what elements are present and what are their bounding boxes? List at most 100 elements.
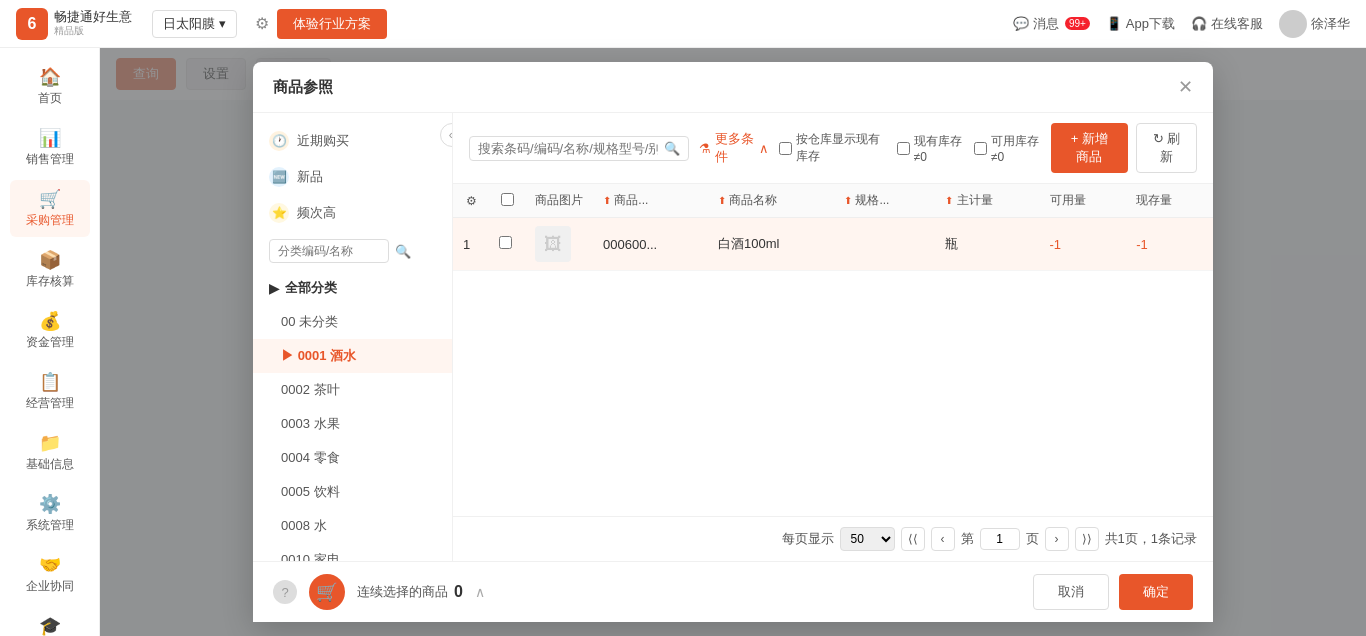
available-checkbox[interactable] — [974, 142, 987, 155]
th-unit: ⬆ 主计量 — [935, 184, 1039, 218]
warehouse-filter[interactable]: 按仓库显示现有库存 — [779, 131, 886, 165]
logo-icon: 6 — [16, 8, 48, 40]
sort-icon: ⬆ — [603, 195, 611, 206]
th-available: 可用量 — [1040, 184, 1127, 218]
toolbar-right: + 新增商品 ↻ 刷新 — [1051, 123, 1197, 173]
td-unit: 瓶 — [935, 218, 1039, 271]
sidebar-label-inventory: 库存核算 — [26, 273, 74, 290]
quick-item-new[interactable]: 🆕 新品 — [253, 159, 452, 195]
warehouse-label: 按仓库显示现有库存 — [796, 131, 886, 165]
page-unit: 页 — [1026, 530, 1039, 548]
modal-overlay: 商品参照 ✕ « 🕐 近期购买 🆕 — [100, 48, 1366, 636]
messages-button[interactable]: 💬 消息 99+ — [1013, 15, 1090, 33]
cancel-button[interactable]: 取消 — [1033, 574, 1109, 610]
th-stock: 现存量 — [1126, 184, 1213, 218]
sidebar-item-system[interactable]: ⚙️ 系统管理 — [10, 485, 90, 542]
sidebar-item-operations[interactable]: 📋 经营管理 — [10, 363, 90, 420]
th-image: 商品图片 — [525, 184, 593, 218]
th-code-label: 商品... — [614, 193, 648, 207]
sidebar-item-guide[interactable]: 🎓 新手引导 — [10, 607, 90, 636]
category-all[interactable]: ▶ 全部分类 — [253, 271, 452, 305]
existing-filter[interactable]: 现有库存≠0 — [897, 133, 964, 164]
quick-item-frequent[interactable]: ⭐ 频次高 — [253, 195, 452, 231]
total-info: 共1页，1条记录 — [1105, 530, 1197, 548]
chevron-down-icon: ▾ — [219, 16, 226, 31]
sidebar-item-collab[interactable]: 🤝 企业协同 — [10, 546, 90, 603]
row-checkbox[interactable] — [499, 236, 512, 249]
confirm-button[interactable]: 确定 — [1119, 574, 1193, 610]
product-image: 🖼 — [535, 226, 571, 262]
table-row[interactable]: 1 🖼 000600... 白酒100ml — [453, 218, 1213, 271]
sidebar-item-finance[interactable]: 💰 资金管理 — [10, 302, 90, 359]
th-spec-label: 规格... — [855, 193, 889, 207]
modal-main: 🔍 ⚗ 更多条件 ∧ 按仓库显示现有库存 — [453, 113, 1213, 561]
search-input[interactable] — [478, 141, 658, 156]
existing-checkbox[interactable] — [897, 142, 910, 155]
page-size-select[interactable]: 50 100 200 — [840, 527, 895, 551]
category-item-0004[interactable]: 0004 零食 — [253, 441, 452, 475]
td-image: 🖼 — [525, 218, 593, 271]
category-search-input[interactable] — [269, 239, 389, 263]
message-badge: 99+ — [1065, 17, 1090, 30]
purchase-icon: 🛒 — [39, 188, 61, 210]
filter-button[interactable]: ⚗ 更多条件 ∧ — [699, 130, 769, 166]
finance-icon: 💰 — [39, 310, 61, 332]
message-icon: 💬 — [1013, 16, 1029, 31]
help-icon[interactable]: ? — [273, 580, 297, 604]
sidebar-item-home[interactable]: 🏠 首页 — [10, 58, 90, 115]
warehouse-checkbox[interactable] — [779, 142, 792, 155]
search-icon[interactable]: 🔍 — [664, 141, 680, 156]
category-item-0001[interactable]: ▶ 0001 酒水 — [253, 339, 452, 373]
category-item-0003[interactable]: 0003 水果 — [253, 407, 452, 441]
settings-icon[interactable]: ⚙ — [466, 194, 477, 208]
sidebar-item-inventory[interactable]: 📦 库存核算 — [10, 241, 90, 298]
top-nav: 6 畅捷通好生意 精品版 日太阳膜 ▾ ⚙ 体验行业方案 💬 消息 99+ 📱 … — [0, 0, 1366, 48]
quick-label-recent: 近期购买 — [297, 132, 349, 150]
select-all-checkbox[interactable] — [501, 193, 514, 206]
category-label-00: 00 未分类 — [281, 314, 338, 329]
operations-icon: 📋 — [39, 371, 61, 393]
category-item-0005[interactable]: 0005 饮料 — [253, 475, 452, 509]
modal-body: « 🕐 近期购买 🆕 新品 ⭐ 频次高 — [253, 113, 1213, 561]
category-item-0008[interactable]: 0008 水 — [253, 509, 452, 543]
quick-item-recent[interactable]: 🕐 近期购买 — [253, 123, 452, 159]
first-page-button[interactable]: ⟨⟨ — [901, 527, 925, 551]
next-page-button[interactable]: › — [1045, 527, 1069, 551]
prev-page-button[interactable]: ‹ — [931, 527, 955, 551]
category-item-0002[interactable]: 0002 茶叶 — [253, 373, 452, 407]
sidebar-item-purchase[interactable]: 🛒 采购管理 — [10, 180, 90, 237]
category-item-00[interactable]: 00 未分类 — [253, 305, 452, 339]
page-input[interactable] — [980, 528, 1020, 550]
sort-icon-unit: ⬆ — [945, 195, 953, 206]
collapse-arrow-icon[interactable]: ∧ — [475, 584, 485, 600]
experience-button[interactable]: 体验行业方案 — [277, 9, 387, 39]
category-search-icon[interactable]: 🔍 — [395, 244, 411, 259]
existing-label: 现有库存≠0 — [914, 133, 964, 164]
product-table-body: 1 🖼 000600... 白酒100ml — [453, 218, 1213, 271]
search-bar: 🔍 — [469, 136, 689, 161]
sales-icon: 📊 — [39, 127, 61, 149]
gear-icon[interactable]: ⚙ — [255, 14, 269, 33]
last-page-button[interactable]: ⟩⟩ — [1075, 527, 1099, 551]
product-reference-modal: 商品参照 ✕ « 🕐 近期购买 🆕 — [253, 62, 1213, 622]
product-table: ⚙ 商品图片 — [453, 184, 1213, 271]
td-available: -1 — [1040, 218, 1127, 271]
nav-right: 💬 消息 99+ 📱 App下载 🎧 在线客服 徐泽华 — [1013, 10, 1350, 38]
sidebar: 🏠 首页 📊 销售管理 🛒 采购管理 📦 库存核算 💰 资金管理 📋 经营管理 … — [0, 48, 100, 636]
quick-label-frequent: 频次高 — [297, 204, 336, 222]
selected-count: 0 — [454, 583, 463, 601]
nav-selector[interactable]: 日太阳膜 ▾ — [152, 10, 237, 38]
category-item-0010[interactable]: 0010 家电 — [253, 543, 452, 561]
th-code: ⬆ 商品... — [593, 184, 708, 218]
modal-close-button[interactable]: ✕ — [1178, 76, 1193, 98]
online-service-button[interactable]: 🎧 在线客服 — [1191, 15, 1263, 33]
sidebar-item-sales[interactable]: 📊 销售管理 — [10, 119, 90, 176]
sidebar-label-purchase: 采购管理 — [26, 212, 74, 229]
refresh-button[interactable]: ↻ 刷新 — [1136, 123, 1197, 173]
user-menu[interactable]: 徐泽华 — [1279, 10, 1350, 38]
available-filter[interactable]: 可用库存≠0 — [974, 133, 1041, 164]
add-product-button[interactable]: + 新增商品 — [1051, 123, 1128, 173]
app-download-button[interactable]: 📱 App下载 — [1106, 15, 1175, 33]
cart-icon[interactable]: 🛒 — [309, 574, 345, 610]
sidebar-item-basic-info[interactable]: 📁 基础信息 — [10, 424, 90, 481]
